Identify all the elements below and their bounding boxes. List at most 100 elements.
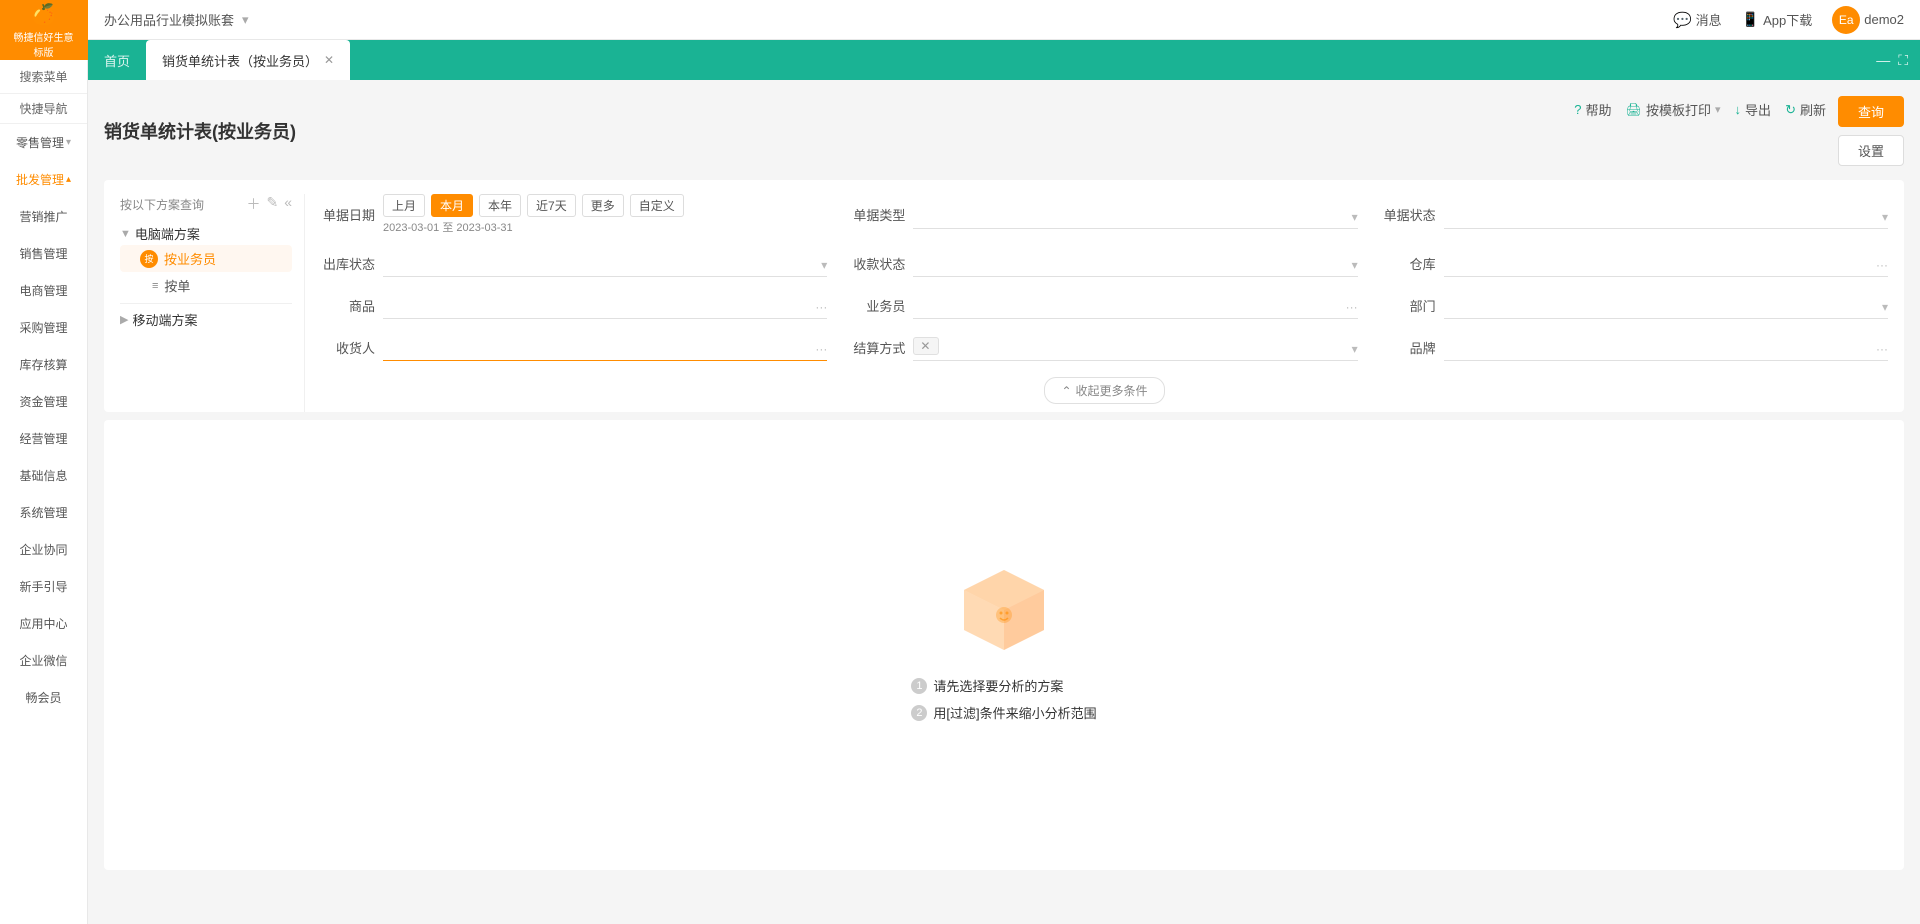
sidebar-quick-nav[interactable]: 快捷导航: [0, 94, 87, 124]
out-status-input[interactable]: [383, 254, 827, 269]
retail-arrow-icon: ▾: [66, 137, 71, 148]
date-btn-last-month[interactable]: 上月: [383, 194, 425, 217]
scheme-by-salesperson[interactable]: 按 按业务员: [120, 245, 292, 272]
settlement-tag: ✕: [913, 337, 939, 355]
settlement-tag-x[interactable]: ✕: [920, 339, 930, 353]
page-header-right: ? 帮助 🖨 按模板打印 ▾ ↓ 导出 ↻: [1574, 96, 1904, 166]
tip-1-text: 请先选择要分析的方案: [933, 676, 1063, 695]
scheme-edit-icon[interactable]: ✎: [266, 194, 278, 214]
receipt-status-input[interactable]: [913, 254, 1357, 269]
date-label: 单据日期: [321, 205, 375, 224]
collapse-btn[interactable]: ⌃ 收起更多条件: [1044, 377, 1164, 404]
tab-minimize-btn[interactable]: —: [1876, 52, 1890, 68]
date-btn-this-year[interactable]: 本年: [479, 194, 521, 217]
tab-close-icon[interactable]: ✕: [324, 53, 334, 67]
tab-home[interactable]: 首页: [88, 40, 146, 80]
goods-input[interactable]: [383, 296, 827, 311]
order-type-dropdown-icon: ▾: [1352, 210, 1358, 224]
tab-sales-stat-label: 销货单统计表（按业务员）: [162, 51, 318, 70]
scheme-by-order[interactable]: ≡ 按单: [120, 272, 292, 299]
pc-scheme-group: ▼ 电脑端方案 按 按业务员 ≡ 按单: [120, 222, 292, 299]
filter-area: 按以下方案查询 ＋ ✎ « ▼ 电脑端方案: [104, 180, 1904, 412]
receiver-input[interactable]: [383, 338, 827, 353]
logo[interactable]: 🍊 畅捷信好生意 标版: [0, 0, 88, 60]
sidebar-item-operations[interactable]: 经营管理: [0, 420, 87, 457]
setting-button[interactable]: 设置: [1838, 135, 1904, 166]
avatar-text: Ea: [1839, 13, 1854, 27]
sidebar-item-purchase[interactable]: 采购管理: [0, 309, 87, 346]
sidebar-nav: 零售管理 ▾ 批发管理 ▴ 营销推广 销售管理 电商管理 采购管理 库存核算 资…: [0, 124, 87, 924]
scheme-order-label: 按单: [164, 276, 190, 295]
help-btn[interactable]: ? 帮助: [1574, 100, 1611, 119]
pc-group-toggle[interactable]: ▼ 电脑端方案: [120, 222, 292, 245]
sidebar-item-finance[interactable]: 资金管理: [0, 383, 87, 420]
sidebar-item-ecommerce[interactable]: 电商管理: [0, 272, 87, 309]
sidebar-item-marketing[interactable]: 营销推广: [0, 198, 87, 235]
export-icon: ↓: [1735, 102, 1742, 117]
sidebar-item-member[interactable]: 畅会员: [0, 679, 87, 716]
sidebar-item-newuser[interactable]: 新手引导: [0, 568, 87, 605]
main-area: 办公用品行业模拟账套 ▾ 💬 消息 📱 App下载 Ea demo2 首页: [88, 0, 1920, 924]
sidebar-item-inventory[interactable]: 库存核算: [0, 346, 87, 383]
order-type-input[interactable]: [913, 206, 1357, 221]
field-date: 单据日期 上月 本月 本年 近7天 更多 自定义 20: [321, 194, 827, 235]
pc-group-arrow-icon: ▼: [120, 228, 131, 240]
order-status-input[interactable]: [1444, 206, 1888, 221]
date-btn-custom[interactable]: 自定义: [630, 194, 684, 217]
tab-sales-stat[interactable]: 销货单统计表（按业务员） ✕: [146, 40, 350, 80]
date-btn-this-month[interactable]: 本月: [431, 194, 473, 217]
date-btn-7days[interactable]: 近7天: [527, 194, 576, 217]
order-status-label: 单据状态: [1382, 205, 1436, 224]
wholesale-label: 批发管理: [16, 171, 64, 188]
topbar-dropdown-icon[interactable]: ▾: [242, 12, 249, 28]
sidebar: 🍊 畅捷信好生意 标版 搜索菜单 快捷导航 零售管理 ▾ 批发管理 ▴ 营销推广…: [0, 0, 88, 924]
tip-num-1: 1: [911, 678, 927, 694]
scheme-add-icon[interactable]: ＋: [246, 194, 260, 214]
scheme-collapse-icon[interactable]: «: [284, 194, 292, 214]
help-icon: ?: [1574, 102, 1581, 117]
query-button[interactable]: 查询: [1838, 96, 1904, 127]
mobile-group-toggle[interactable]: ▶ 移动端方案: [120, 308, 292, 331]
sidebar-item-enterprise[interactable]: 企业协同: [0, 531, 87, 568]
export-btn[interactable]: ↓ 导出: [1735, 100, 1772, 119]
sidebar-item-system[interactable]: 系统管理: [0, 494, 87, 531]
user-menu[interactable]: Ea demo2: [1832, 6, 1904, 34]
department-input[interactable]: [1444, 296, 1888, 311]
receipt-status-dropdown-icon: ▾: [1352, 258, 1358, 272]
scheme-panel-title: 按以下方案查询: [120, 196, 204, 213]
brand-control: ···: [1444, 333, 1888, 361]
topbar-title: 办公用品行业模拟账套: [104, 10, 234, 29]
sidebar-search[interactable]: 搜索菜单: [0, 60, 87, 94]
print-label: 按模板打印: [1646, 100, 1711, 119]
message-icon: 💬: [1673, 11, 1692, 29]
sidebar-item-basic[interactable]: 基础信息: [0, 457, 87, 494]
sidebar-item-wechat[interactable]: 企业微信: [0, 642, 87, 679]
salesperson-input[interactable]: [913, 296, 1357, 311]
message-btn[interactable]: 💬 消息: [1673, 10, 1722, 29]
refresh-btn[interactable]: ↻ 刷新: [1785, 100, 1826, 119]
app-download-btn[interactable]: 📱 App下载: [1742, 10, 1813, 29]
sidebar-item-retail[interactable]: 零售管理 ▾: [0, 124, 87, 161]
scheme-panel-header: 按以下方案查询 ＋ ✎ «: [120, 194, 292, 214]
warehouse-input[interactable]: [1444, 254, 1888, 269]
sidebar-item-sales[interactable]: 销售管理: [0, 235, 87, 272]
wholesale-arrow-icon: ▴: [66, 174, 71, 185]
brand-input[interactable]: [1444, 338, 1888, 353]
field-out-status: 出库状态 ▾: [321, 249, 827, 277]
print-btn[interactable]: 🖨 按模板打印 ▾: [1625, 100, 1720, 119]
out-status-dropdown-icon: ▾: [821, 258, 827, 272]
sidebar-item-wholesale[interactable]: 批发管理 ▴: [0, 161, 87, 198]
topbar-left: 办公用品行业模拟账套 ▾: [104, 10, 249, 29]
empty-tips: 1 请先选择要分析的方案 2 用[过滤]条件来缩小分析范围: [911, 676, 1096, 730]
date-btn-more[interactable]: 更多: [582, 194, 624, 217]
salesperson-dots-icon: ···: [1346, 300, 1358, 314]
sidebar-item-apps[interactable]: 应用中心: [0, 605, 87, 642]
field-settlement: 结算方式 ✕ ▾: [851, 333, 1357, 361]
settlement-dropdown-icon: ▾: [1352, 342, 1358, 356]
inventory-label: 库存核算: [19, 356, 67, 373]
field-receipt-status: 收款状态 ▾: [851, 249, 1357, 277]
tab-maximize-btn[interactable]: ⛶: [1898, 52, 1908, 69]
receiver-control: ···: [383, 333, 827, 361]
page-action-group: ? 帮助 🖨 按模板打印 ▾ ↓ 导出 ↻: [1574, 100, 1826, 119]
filter-row-3: 商品 ··· 业务员 ···: [321, 291, 1888, 319]
